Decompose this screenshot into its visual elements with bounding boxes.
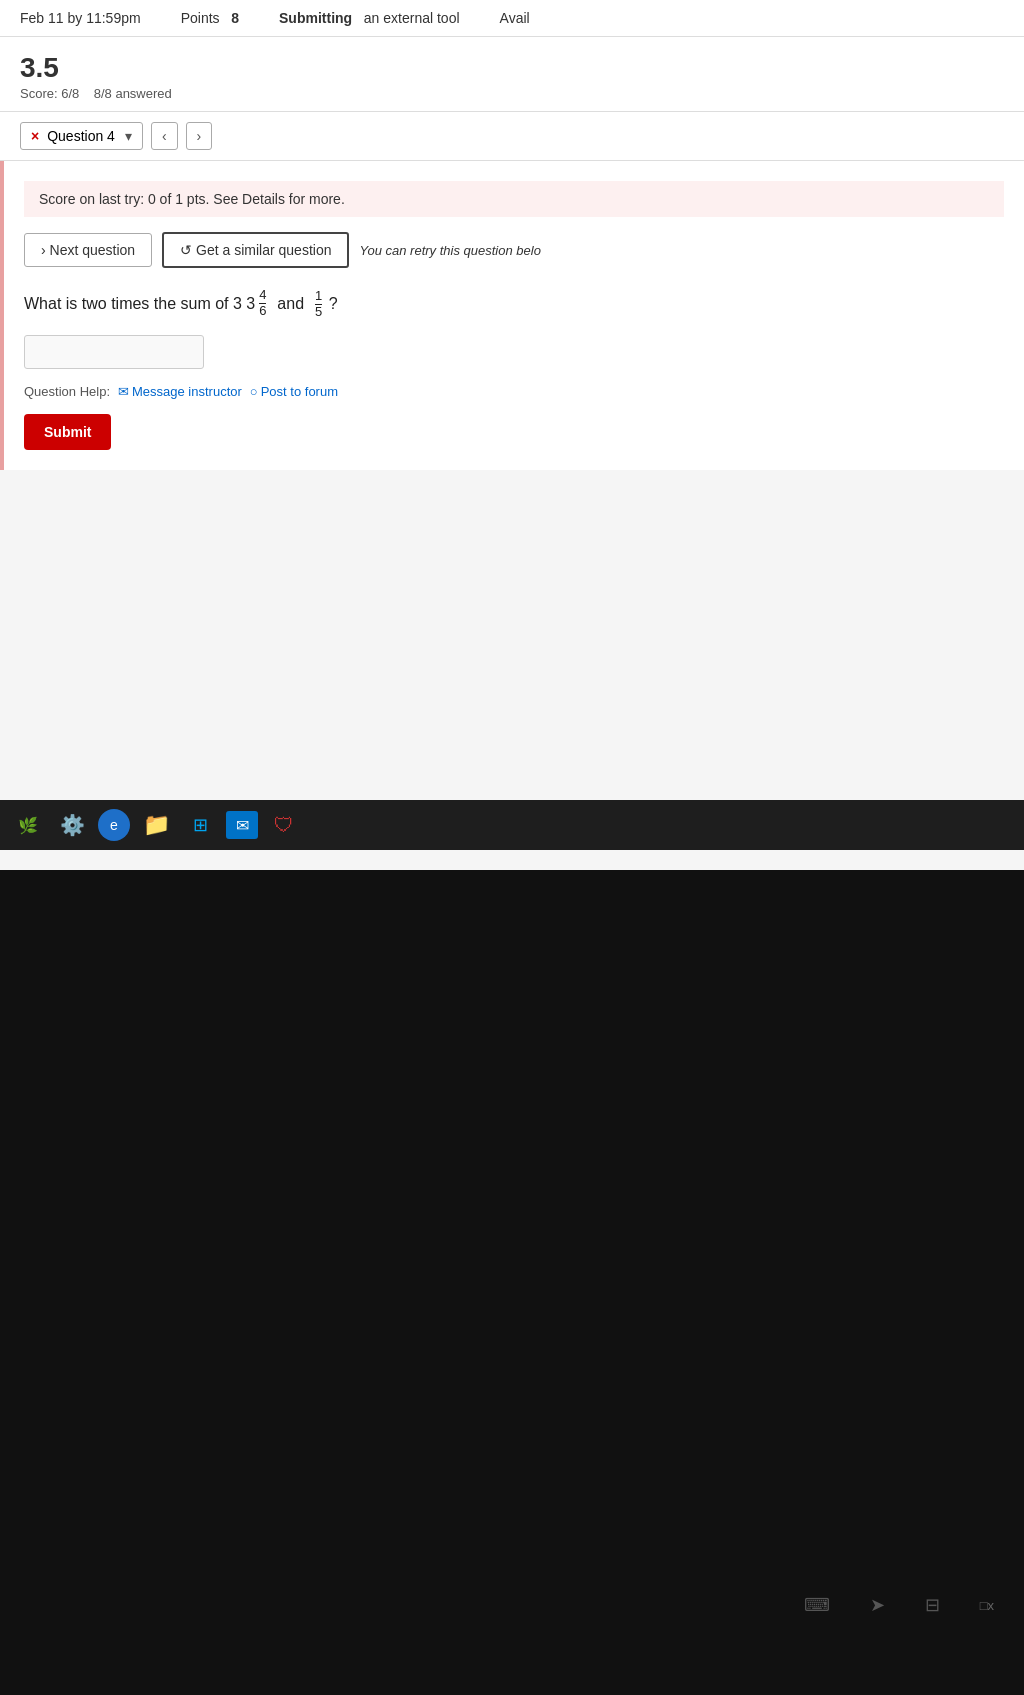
answer-input[interactable] [24, 335, 204, 369]
submitting-label: Submitting [279, 10, 352, 26]
score-info: Score: 6/8 8/8 answered [20, 86, 1004, 101]
x-mark: × [31, 128, 39, 144]
submit-button[interactable]: Submit [24, 414, 111, 450]
frac2-denominator: 5 [315, 305, 322, 319]
post-to-forum-text: Post to forum [261, 384, 338, 399]
taskbar-shield-icon[interactable]: 🛡 [266, 807, 302, 843]
next-question-action-button[interactable]: › Next question [24, 233, 152, 267]
answered-label: 8/8 answered [94, 86, 172, 101]
bottom-icon-3[interactable]: ⊟ [925, 1594, 940, 1616]
frac1-numerator: 4 [259, 288, 266, 304]
action-buttons: › Next question ↺ Get a similar question… [24, 232, 1004, 268]
score-notice: Score on last try: 0 of 1 pts. See Detai… [24, 181, 1004, 217]
bottom-icon-1[interactable]: ⌨ [804, 1594, 830, 1616]
bottom-label-x: □x [980, 1598, 994, 1613]
forum-icon: ○ [250, 384, 258, 399]
page-header: 3.5 Score: 6/8 8/8 answered [0, 37, 1024, 112]
taskbar-windows-icon[interactable]: ⊞ [182, 807, 218, 843]
submitting-value: an external tool [364, 10, 460, 26]
question-text: What is two times the sum of 3 3 4 6 and… [24, 288, 1004, 320]
bottom-area: ⌨ ➤ ⊟ □x [0, 1575, 1024, 1635]
score-notice-text: Score on last try: 0 of 1 pts. See Detai… [39, 191, 345, 207]
taskbar-start-icon[interactable]: 🌿 [10, 807, 46, 843]
points-label: Points [181, 10, 220, 26]
question-text-before: What is two times the sum of 3 [24, 295, 242, 312]
mixed-whole: 3 [246, 291, 255, 317]
fraction-2: 1 5 [315, 289, 322, 320]
question-label: Question 4 [47, 128, 115, 144]
fraction-1: 4 6 [259, 288, 266, 319]
dark-section [0, 870, 1024, 1695]
dropdown-arrow-icon: ▾ [125, 128, 132, 144]
help-label: Question Help: [24, 384, 110, 399]
envelope-icon: ✉ [118, 384, 129, 399]
text-middle: and [277, 295, 304, 312]
avail-label: Avail [500, 10, 530, 26]
retry-text: You can retry this question belo [359, 243, 540, 258]
points-value: 8 [231, 10, 239, 26]
message-instructor-link[interactable]: ✉ Message instructor [118, 384, 242, 399]
frac2-numerator: 1 [315, 289, 322, 305]
header-bar: Feb 11 by 11:59pm Points 8 Submitting an… [0, 0, 1024, 37]
main-content: Feb 11 by 11:59pm Points 8 Submitting an… [0, 0, 1024, 870]
get-similar-button[interactable]: ↺ Get a similar question [162, 232, 349, 268]
question-help: Question Help: ✉ Message instructor ○ Po… [24, 384, 1004, 399]
bottom-icon-2[interactable]: ➤ [870, 1594, 885, 1616]
text-after: ? [329, 295, 338, 312]
submitting-section: Submitting an external tool [279, 10, 460, 26]
mixed-number-1: 3 4 6 [246, 288, 268, 319]
question-area: Score on last try: 0 of 1 pts. See Detai… [0, 161, 1024, 470]
taskbar: 🌿 ⚙️ e 📁 ⊞ ✉ 🛡 [0, 800, 1024, 850]
due-date: Feb 11 by 11:59pm [20, 10, 141, 26]
question-nav: × Question 4 ▾ ‹ › [0, 112, 1024, 161]
taskbar-edge-icon[interactable]: e [98, 809, 130, 841]
next-question-button[interactable]: › [186, 122, 213, 150]
message-instructor-text: Message instructor [132, 384, 242, 399]
post-to-forum-link[interactable]: ○ Post to forum [250, 384, 338, 399]
frac1-denominator: 6 [259, 304, 266, 318]
points-section: Points 8 [181, 10, 239, 26]
page-number: 3.5 [20, 52, 1004, 84]
taskbar-folder-icon[interactable]: 📁 [138, 807, 174, 843]
taskbar-settings-icon[interactable]: ⚙️ [54, 807, 90, 843]
question-selector[interactable]: × Question 4 ▾ [20, 122, 143, 150]
prev-question-button[interactable]: ‹ [151, 122, 178, 150]
taskbar-mail-icon[interactable]: ✉ [226, 811, 258, 839]
score-label: Score: 6/8 [20, 86, 79, 101]
